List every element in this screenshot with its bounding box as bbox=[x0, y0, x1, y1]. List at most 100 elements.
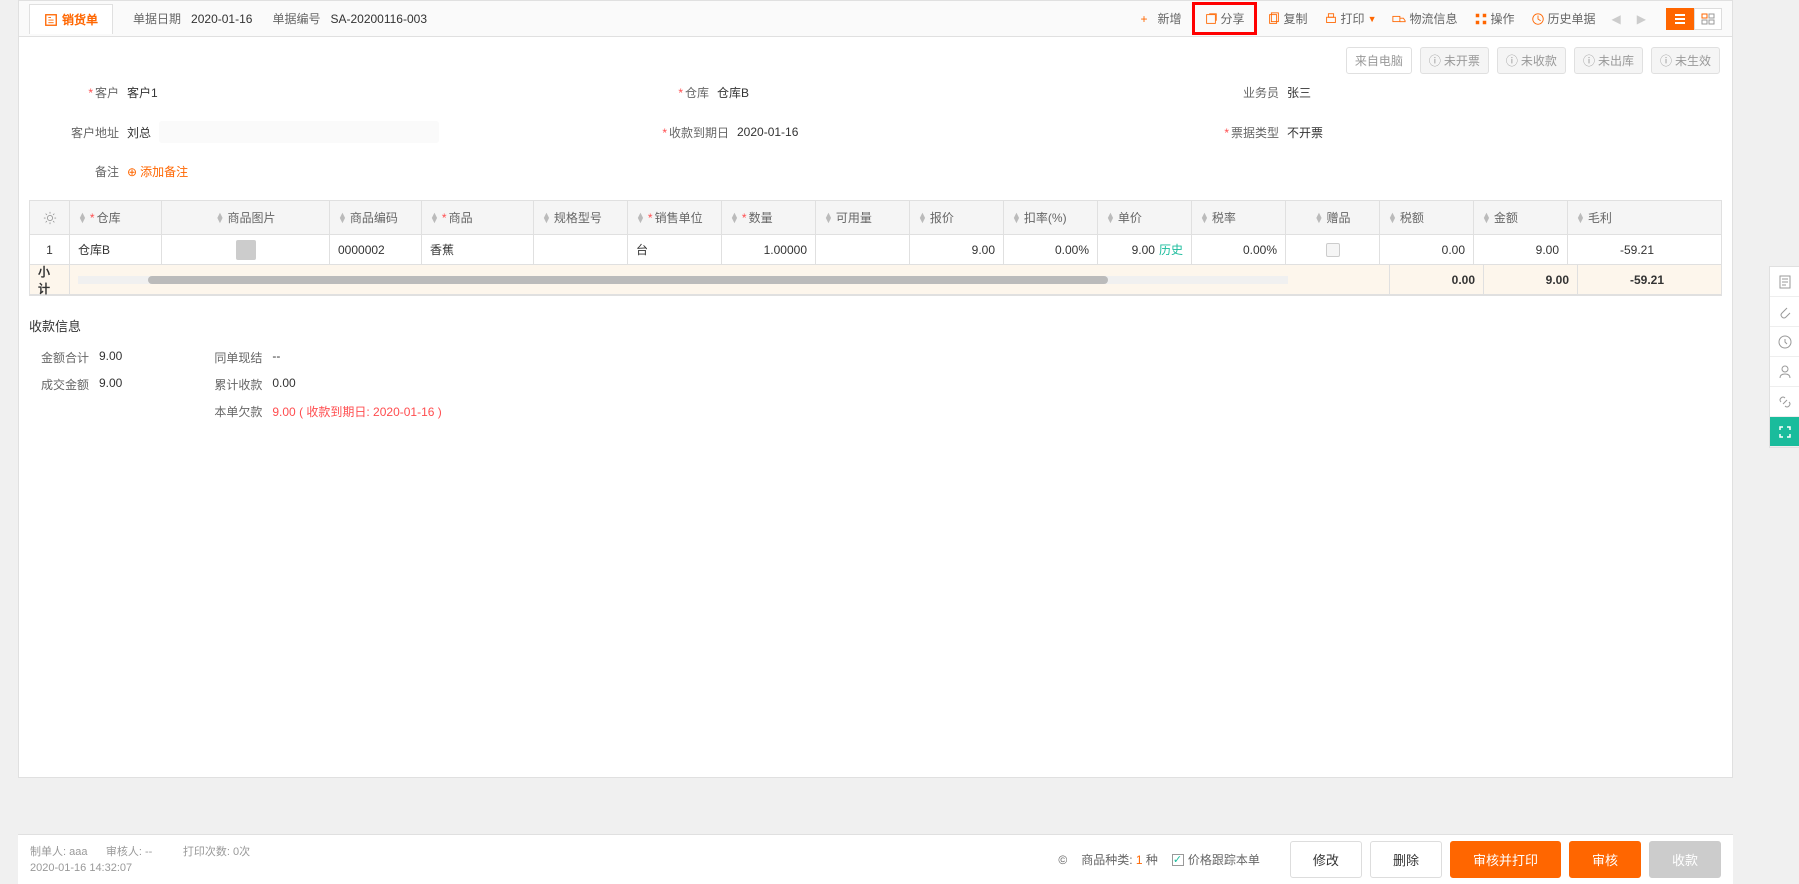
delete-button[interactable]: 删除 bbox=[1370, 841, 1442, 878]
th-unit-price[interactable]: ▲▼单价 bbox=[1098, 201, 1192, 234]
review-button[interactable]: 审核 bbox=[1569, 841, 1641, 878]
info-icon: ⓘ bbox=[1506, 52, 1518, 69]
side-tool-clock[interactable] bbox=[1770, 327, 1799, 357]
share-icon bbox=[1204, 12, 1218, 26]
plus-icon: + bbox=[1141, 12, 1155, 26]
history-link[interactable]: 历史 bbox=[1159, 241, 1183, 258]
header-actions: + 新增 分享 复制 打印 ▼ 物流信息 bbox=[1135, 2, 1723, 35]
copyright-icon: © bbox=[1058, 853, 1067, 867]
clock-icon bbox=[1777, 334, 1793, 350]
creator-value: aaa bbox=[69, 846, 87, 858]
print-icon bbox=[1324, 12, 1338, 26]
product-table: ▲▼*仓库 ▲▼商品图片 ▲▼商品编码 ▲▼*商品 ▲▼规格型号 ▲▼*销售单位… bbox=[29, 200, 1722, 296]
th-gift[interactable]: ▲▼赠品 bbox=[1286, 201, 1380, 234]
deal-value: 9.00 bbox=[99, 376, 122, 393]
view-list-button[interactable] bbox=[1666, 8, 1694, 30]
customer-label: 客户 bbox=[95, 86, 119, 100]
th-warehouse[interactable]: ▲▼*仓库 bbox=[70, 201, 162, 234]
received-value: 0.00 bbox=[272, 376, 295, 393]
doc-date: 2020-01-16 bbox=[191, 12, 252, 26]
side-tool-link[interactable] bbox=[1770, 387, 1799, 417]
address-label: 客户地址 bbox=[71, 126, 119, 140]
address-contact: 刘总 bbox=[127, 124, 151, 141]
row-qty: 1.00000 bbox=[722, 235, 816, 264]
warehouse-value[interactable]: 仓库B bbox=[717, 84, 749, 101]
doc-no-label: 单据编号 bbox=[272, 12, 320, 26]
owed-value: 9.00 ( 收款到期日: 2020-01-16 ) bbox=[272, 403, 441, 420]
prev-arrow[interactable]: ◀ bbox=[1606, 12, 1627, 26]
th-product[interactable]: ▲▼*商品 bbox=[422, 201, 534, 234]
total-value: 9.00 bbox=[99, 349, 122, 366]
info-icon: ⓘ bbox=[1660, 52, 1672, 69]
invoice-type-value[interactable]: 不开票 bbox=[1287, 124, 1323, 141]
th-unit[interactable]: ▲▼*销售单位 bbox=[628, 201, 722, 234]
salesperson-value[interactable]: 张三 bbox=[1287, 84, 1311, 101]
th-discount-rate[interactable]: ▲▼扣率(%) bbox=[1004, 201, 1098, 234]
status-not-received: ⓘ未收款 bbox=[1497, 47, 1566, 74]
customer-value[interactable]: 客户1 bbox=[127, 84, 158, 101]
row-spec bbox=[534, 235, 628, 264]
operate-button[interactable]: 操作 bbox=[1468, 6, 1521, 31]
gift-checkbox[interactable] bbox=[1326, 243, 1340, 257]
footer-center: © 商品种类: 1 种 价格跟踪本单 bbox=[1058, 851, 1260, 868]
list-view-icon bbox=[1673, 12, 1687, 26]
table-row[interactable]: 1 仓库B 0000002 香蕉 台 1.00000 9.00 0.00% 9.… bbox=[30, 235, 1721, 265]
print-count-value: 0次 bbox=[233, 846, 250, 858]
side-tool-note[interactable] bbox=[1770, 267, 1799, 297]
row-amount: 9.00 bbox=[1474, 235, 1568, 264]
subtotal-row: 小计 0.00 9.00 -59.21 bbox=[30, 265, 1721, 295]
tab-sales-order[interactable]: 销货单 bbox=[29, 4, 113, 34]
scrollbar-thumb[interactable] bbox=[148, 276, 1108, 284]
received-label: 累计收款 bbox=[202, 376, 262, 393]
owed-label: 本单欠款 bbox=[202, 403, 262, 420]
share-button[interactable]: 分享 bbox=[1198, 6, 1251, 31]
history-button[interactable]: 历史单据 bbox=[1525, 6, 1602, 31]
row-gift bbox=[1286, 235, 1380, 264]
copy-button[interactable]: 复制 bbox=[1261, 6, 1314, 31]
th-price[interactable]: ▲▼报价 bbox=[910, 201, 1004, 234]
header-info: 单据日期 2020-01-16 单据编号 SA-20200116-003 bbox=[133, 10, 427, 27]
review-print-button[interactable]: 审核并打印 bbox=[1450, 841, 1561, 878]
status-from-pc: 来自电脑 bbox=[1346, 47, 1412, 74]
copy-icon bbox=[1267, 12, 1281, 26]
print-button[interactable]: 打印 ▼ bbox=[1318, 6, 1383, 31]
th-image[interactable]: ▲▼商品图片 bbox=[162, 201, 330, 234]
view-card-button[interactable] bbox=[1694, 8, 1722, 30]
price-follow-label: 价格跟踪本单 bbox=[1188, 851, 1260, 868]
th-profit[interactable]: ▲▼毛利 bbox=[1568, 201, 1662, 234]
next-arrow[interactable]: ▶ bbox=[1631, 12, 1652, 26]
th-code[interactable]: ▲▼商品编码 bbox=[330, 201, 422, 234]
gear-column[interactable] bbox=[30, 201, 70, 234]
payment-title: 收款信息 bbox=[29, 316, 1722, 335]
row-tax-rate: 0.00% bbox=[1192, 235, 1286, 264]
side-tool-user[interactable] bbox=[1770, 357, 1799, 387]
add-remark-button[interactable]: ⊕ 添加备注 bbox=[127, 163, 188, 180]
th-tax-amount[interactable]: ▲▼税额 bbox=[1380, 201, 1474, 234]
row-profit: -59.21 bbox=[1568, 235, 1662, 264]
due-date-value[interactable]: 2020-01-16 bbox=[737, 125, 798, 139]
logistics-button[interactable]: 物流信息 bbox=[1386, 6, 1463, 31]
due-date-label: 收款到期日 bbox=[669, 126, 729, 140]
horizontal-scrollbar[interactable] bbox=[78, 276, 1288, 284]
price-follow-checkbox[interactable] bbox=[1172, 854, 1184, 866]
truck-icon bbox=[1392, 12, 1406, 26]
th-available[interactable]: ▲▼可用量 bbox=[816, 201, 910, 234]
note-icon bbox=[1777, 274, 1793, 290]
status-not-effective: ⓘ未生效 bbox=[1651, 47, 1720, 74]
link-icon bbox=[1777, 394, 1793, 410]
th-amount[interactable]: ▲▼金额 bbox=[1474, 201, 1568, 234]
th-tax-rate[interactable]: ▲▼税率 bbox=[1192, 201, 1286, 234]
settled-value: -- bbox=[272, 349, 280, 366]
side-tool-expand[interactable] bbox=[1770, 417, 1799, 447]
row-image bbox=[162, 235, 330, 264]
reviewer-value: -- bbox=[145, 846, 152, 858]
new-button[interactable]: + 新增 bbox=[1135, 6, 1188, 31]
side-tool-attach[interactable] bbox=[1770, 297, 1799, 327]
th-qty[interactable]: ▲▼*数量 bbox=[722, 201, 816, 234]
modify-button[interactable]: 修改 bbox=[1290, 841, 1362, 878]
side-toolbar bbox=[1769, 266, 1799, 448]
payment-section: 收款信息 金额合计9.00 成交金额9.00 同单现结-- 累计收款0.00 本… bbox=[19, 296, 1732, 440]
doc-no: SA-20200116-003 bbox=[330, 12, 427, 26]
row-unit-price: 9.00历史 bbox=[1098, 235, 1192, 264]
th-spec[interactable]: ▲▼规格型号 bbox=[534, 201, 628, 234]
